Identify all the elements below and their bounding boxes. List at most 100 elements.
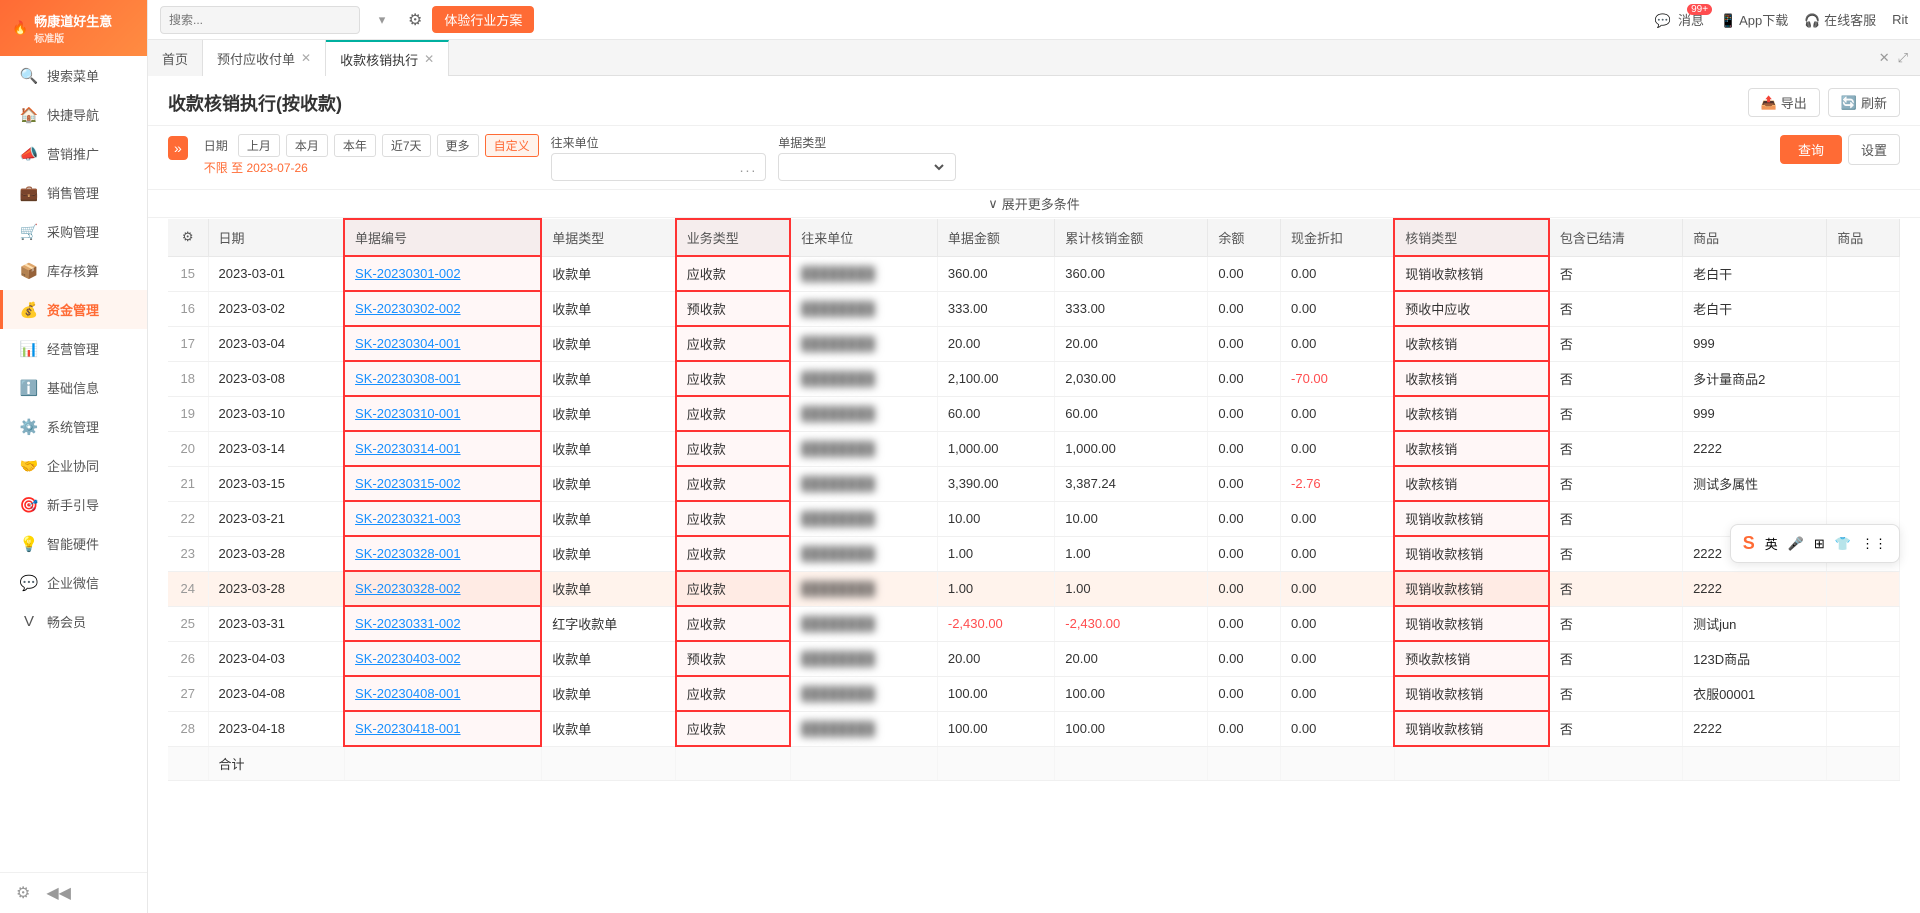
tab-close-prepay[interactable]: ✕ <box>301 51 311 65</box>
col-header-verified: 累计核销金额 <box>1055 219 1208 256</box>
expand-more-bar: ∨ 展开更多条件 <box>148 190 1920 218</box>
doc-no-link[interactable]: SK-20230314-001 <box>355 441 461 456</box>
industry-solution-button[interactable]: 体验行业方案 <box>432 6 534 33</box>
expand-more-button[interactable]: ∨ 展开更多条件 <box>988 194 1080 213</box>
cell-include_settled: 否 <box>1549 256 1683 291</box>
maximize-icon[interactable]: ⤢ <box>1898 50 1908 66</box>
settings-icon[interactable]: ⚙ <box>16 883 30 903</box>
date-btn-more[interactable]: 更多 <box>437 134 479 157</box>
cell-biz_type: 应收款 <box>676 466 790 501</box>
doc-no-link[interactable]: SK-20230315-002 <box>355 476 461 491</box>
cell-biz_type: 应收款 <box>676 256 790 291</box>
cell-goods: 测试多属性 <box>1683 466 1827 501</box>
ime-more-icon[interactable]: ⋮⋮ <box>1861 536 1887 552</box>
filter-settings-button[interactable]: 设置 <box>1848 134 1900 165</box>
cell-verify_type: 现销收款核销 <box>1394 256 1549 291</box>
sum-cell-doc_no <box>344 746 541 780</box>
messages-badge-wrap[interactable]: 💬 99+ 消息 <box>1655 10 1704 29</box>
date-btn-last-7days[interactable]: 近7天 <box>382 134 431 157</box>
date-btn-this-month[interactable]: 本月 <box>286 134 328 157</box>
cell-verified: 1.00 <box>1055 571 1208 606</box>
partner-dots: ... <box>740 159 758 175</box>
sidebar-item-inventory[interactable]: 📦库存核算 <box>0 251 147 290</box>
sidebar-item-sales[interactable]: 💼销售管理 <box>0 173 147 212</box>
cell-balance: 0.00 <box>1208 606 1281 641</box>
tab-collections[interactable]: 收款核销执行✕ <box>326 40 449 76</box>
sidebar-logo: 🔥 畅康道好生意 标准版 <box>0 0 147 56</box>
tab-items-container: 首页预付应收付单✕收款核销执行✕ <box>148 40 449 75</box>
close-tab-icon[interactable]: ✕ <box>1879 50 1890 66</box>
ime-shirt-icon[interactable]: 👕 <box>1835 536 1851 552</box>
sidebar-item-purchase[interactable]: 🛒采购管理 <box>0 212 147 251</box>
cell-biz_type: 应收款 <box>676 536 790 571</box>
cell-doc_no: SK-20230418-001 <box>344 711 541 746</box>
doc-no-link[interactable]: SK-20230301-002 <box>355 266 461 281</box>
sidebar-item-label: 采购管理 <box>47 222 99 241</box>
tab-prepay[interactable]: 预付应收付单✕ <box>203 40 326 76</box>
doc-no-link[interactable]: SK-20230321-003 <box>355 511 461 526</box>
sum-cell-partner <box>790 746 937 780</box>
sidebar-item-quick-nav[interactable]: 🏠快捷导航 <box>0 95 147 134</box>
sum-cell-verify_type <box>1394 746 1549 780</box>
sidebar-item-basic[interactable]: ℹ️基础信息 <box>0 368 147 407</box>
collapse-icon[interactable]: ◀◀ <box>46 883 71 903</box>
online-service-btn[interactable]: 🎧 在线客服 <box>1804 10 1876 29</box>
cell-doc_type: 收款单 <box>541 641 676 676</box>
cell-cash_discount: 0.00 <box>1281 571 1395 606</box>
cell-doc_no: SK-20230308-001 <box>344 361 541 396</box>
doc-no-link[interactable]: SK-20230403-002 <box>355 651 461 666</box>
refresh-button[interactable]: 🔄 刷新 <box>1828 88 1900 117</box>
sidebar-item-marketing[interactable]: 📣营销推广 <box>0 134 147 173</box>
doc-no-link[interactable]: SK-20230328-001 <box>355 546 461 561</box>
search-icon: 🔍 <box>19 67 39 85</box>
cell-partner: ████████ <box>790 326 937 361</box>
cell-no: 15 <box>168 256 208 291</box>
ime-mic-icon[interactable]: 🎤 <box>1788 536 1804 552</box>
user-label[interactable]: Rit <box>1892 12 1908 27</box>
sidebar-item-label: 快捷导航 <box>47 105 99 124</box>
filter-expand-button[interactable]: » <box>168 136 188 160</box>
cell-biz_type: 应收款 <box>676 326 790 361</box>
partner-input[interactable] <box>560 160 740 174</box>
doc-no-link[interactable]: SK-20230328-002 <box>355 581 461 596</box>
sidebar-item-member[interactable]: V畅会员 <box>0 602 147 641</box>
doc-no-link[interactable]: SK-20230304-001 <box>355 336 461 351</box>
doc-no-link[interactable]: SK-20230331-002 <box>355 616 461 631</box>
cell-partner: ████████ <box>790 571 937 606</box>
topbar-search-input[interactable] <box>169 13 351 27</box>
cell-doc_type: 红字收款单 <box>541 606 676 641</box>
col-header-balance: 余额 <box>1208 219 1281 256</box>
doc-no-link[interactable]: SK-20230310-001 <box>355 406 461 421</box>
col-header-goods2: 商品 <box>1827 219 1900 256</box>
doc-no-link[interactable]: SK-20230418-001 <box>355 721 461 736</box>
doc-no-link[interactable]: SK-20230302-002 <box>355 301 461 316</box>
query-button[interactable]: 查询 <box>1780 135 1842 164</box>
tab-home[interactable]: 首页 <box>148 40 203 76</box>
date-btn-this-year[interactable]: 本年 <box>334 134 376 157</box>
doc-type-select[interactable] <box>787 159 947 175</box>
cell-include_settled: 否 <box>1549 676 1683 711</box>
cell-partner: ████████ <box>790 641 937 676</box>
sidebar-item-smart-hw[interactable]: 💡智能硬件 <box>0 524 147 563</box>
tab-close-collections[interactable]: ✕ <box>424 52 434 66</box>
export-button[interactable]: 📤 导出 <box>1748 88 1820 117</box>
sidebar-item-wechat-biz[interactable]: 💬企业微信 <box>0 563 147 602</box>
ime-grid-icon[interactable]: ⊞ <box>1814 536 1825 552</box>
sales-icon: 💼 <box>19 184 39 202</box>
sidebar-item-search[interactable]: 🔍搜索菜单 <box>0 56 147 95</box>
sidebar-item-enterprise[interactable]: 🤝企业协同 <box>0 446 147 485</box>
date-btn-last-month[interactable]: 上月 <box>238 134 280 157</box>
cell-doc_type: 收款单 <box>541 501 676 536</box>
topbar-gear-icon[interactable]: ⚙ <box>408 10 422 30</box>
doc-no-link[interactable]: SK-20230408-001 <box>355 686 461 701</box>
doc-no-link[interactable]: SK-20230308-001 <box>355 371 461 386</box>
sum-cell-doc_type <box>541 746 676 780</box>
date-range-text: 不限 至 2023-07-26 <box>204 161 308 175</box>
sidebar-item-operations[interactable]: 📊经营管理 <box>0 329 147 368</box>
sidebar-item-finance[interactable]: 💰资金管理 <box>0 290 147 329</box>
app-download-btn[interactable]: 📱 App下载 <box>1720 10 1788 29</box>
sidebar-item-newbie[interactable]: 🎯新手引导 <box>0 485 147 524</box>
sidebar-item-system[interactable]: ⚙️系统管理 <box>0 407 147 446</box>
date-btn-custom[interactable]: 自定义 <box>485 134 539 157</box>
topbar-dropdown-icon[interactable]: ▾ <box>370 12 394 28</box>
